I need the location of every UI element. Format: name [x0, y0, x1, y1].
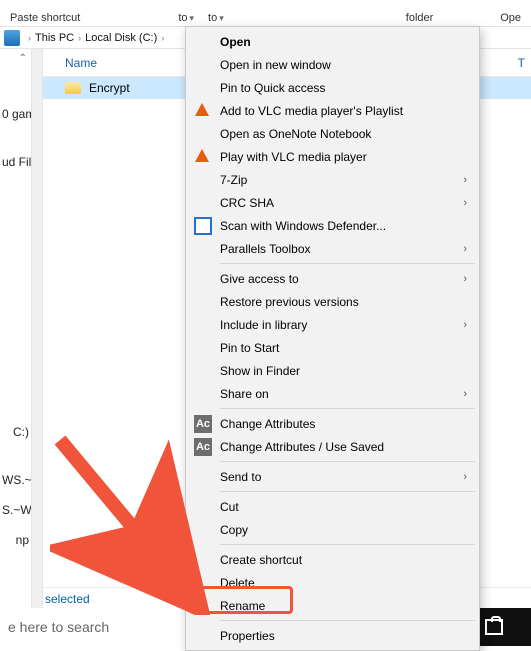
menu-separator — [220, 263, 475, 264]
folder-icon — [65, 82, 81, 94]
chevron-right-icon: › — [463, 388, 467, 400]
vlc-icon — [195, 103, 209, 116]
menu-separator — [220, 544, 475, 545]
defender-icon — [194, 217, 212, 235]
ribbon-open[interactable]: Ope — [496, 10, 525, 26]
ribbon: Paste shortcut to▾ to▾ folder Ope — [0, 0, 531, 27]
ribbon-folder[interactable]: folder — [402, 10, 438, 26]
col-type[interactable]: T — [518, 56, 525, 70]
menu-onenote[interactable]: Open as OneNote Notebook — [188, 122, 477, 145]
menu-7zip[interactable]: 7-Zip› — [188, 168, 477, 191]
context-menu: Open Open in new window Pin to Quick acc… — [185, 26, 480, 651]
nav-scrollbar[interactable] — [32, 49, 43, 609]
chevron-right-icon: › — [463, 243, 467, 255]
menu-change-attributes-saved[interactable]: AcChange Attributes / Use Saved — [188, 435, 477, 458]
search-placeholder: e here to search — [8, 619, 109, 635]
nav-item[interactable]: 0 gam — [0, 99, 31, 129]
menu-vlc-play[interactable]: Play with VLC media player — [188, 145, 477, 168]
menu-separator — [220, 408, 475, 409]
menu-show-finder[interactable]: Show in Finder — [188, 359, 477, 382]
breadcrumb-pc[interactable]: This PC — [35, 32, 74, 44]
menu-restore-versions[interactable]: Restore previous versions — [188, 290, 477, 313]
chevron-right-icon: › — [463, 197, 467, 209]
nav-tree[interactable]: ⌃ 0 gam ud File C:) WS.~B S.~WS np — [0, 49, 32, 609]
chevron-up-icon[interactable]: ⌃ — [19, 53, 27, 64]
nav-item[interactable]: ud File — [0, 147, 31, 177]
breadcrumb-disk[interactable]: Local Disk (C:) — [85, 32, 157, 44]
ribbon-to-2[interactable]: to▾ — [204, 10, 228, 26]
file-name: Encrypt — [89, 81, 130, 95]
nav-item[interactable]: np — [0, 525, 31, 555]
microsoft-store-icon[interactable] — [474, 608, 514, 646]
menu-create-shortcut[interactable]: Create shortcut — [188, 548, 477, 571]
menu-separator — [220, 620, 475, 621]
menu-pin-start[interactable]: Pin to Start — [188, 336, 477, 359]
menu-rename[interactable]: Rename — [188, 594, 477, 617]
pc-icon — [4, 30, 20, 46]
menu-properties[interactable]: Properties — [188, 624, 477, 647]
menu-separator — [220, 461, 475, 462]
nav-item[interactable]: WS.~B — [0, 465, 31, 495]
menu-cut[interactable]: Cut — [188, 495, 477, 518]
chevron-right-icon: › — [463, 273, 467, 285]
menu-vlc-add[interactable]: Add to VLC media player's Playlist — [188, 99, 477, 122]
ribbon-paste-shortcut[interactable]: Paste shortcut — [6, 10, 84, 26]
nav-item[interactable]: C:) — [0, 417, 31, 447]
chevron-right-icon: › — [463, 174, 467, 186]
menu-open[interactable]: Open — [188, 30, 477, 53]
ribbon-to-1[interactable]: to▾ — [174, 10, 198, 26]
menu-send-to[interactable]: Send to› — [188, 465, 477, 488]
attributechanger-icon: Ac — [194, 415, 212, 433]
nav-item[interactable]: S.~WS — [0, 495, 31, 525]
menu-include-library[interactable]: Include in library› — [188, 313, 477, 336]
menu-give-access[interactable]: Give access to› — [188, 267, 477, 290]
menu-crc-sha[interactable]: CRC SHA› — [188, 191, 477, 214]
menu-defender[interactable]: Scan with Windows Defender... — [188, 214, 477, 237]
menu-open-new-window[interactable]: Open in new window — [188, 53, 477, 76]
chevron-right-icon: › — [463, 319, 467, 331]
status-selected: selected — [45, 592, 90, 606]
chevron-right-icon: › — [463, 471, 467, 483]
menu-copy[interactable]: Copy — [188, 518, 477, 541]
attributechanger-icon: Ac — [194, 438, 212, 456]
menu-separator — [220, 491, 475, 492]
menu-delete[interactable]: Delete — [188, 571, 477, 594]
menu-change-attributes[interactable]: AcChange Attributes — [188, 412, 477, 435]
menu-pin-quick-access[interactable]: Pin to Quick access — [188, 76, 477, 99]
vlc-icon — [195, 149, 209, 162]
col-name[interactable]: Name — [65, 56, 97, 70]
menu-parallels[interactable]: Parallels Toolbox› — [188, 237, 477, 260]
menu-share-on[interactable]: Share on› — [188, 382, 477, 405]
